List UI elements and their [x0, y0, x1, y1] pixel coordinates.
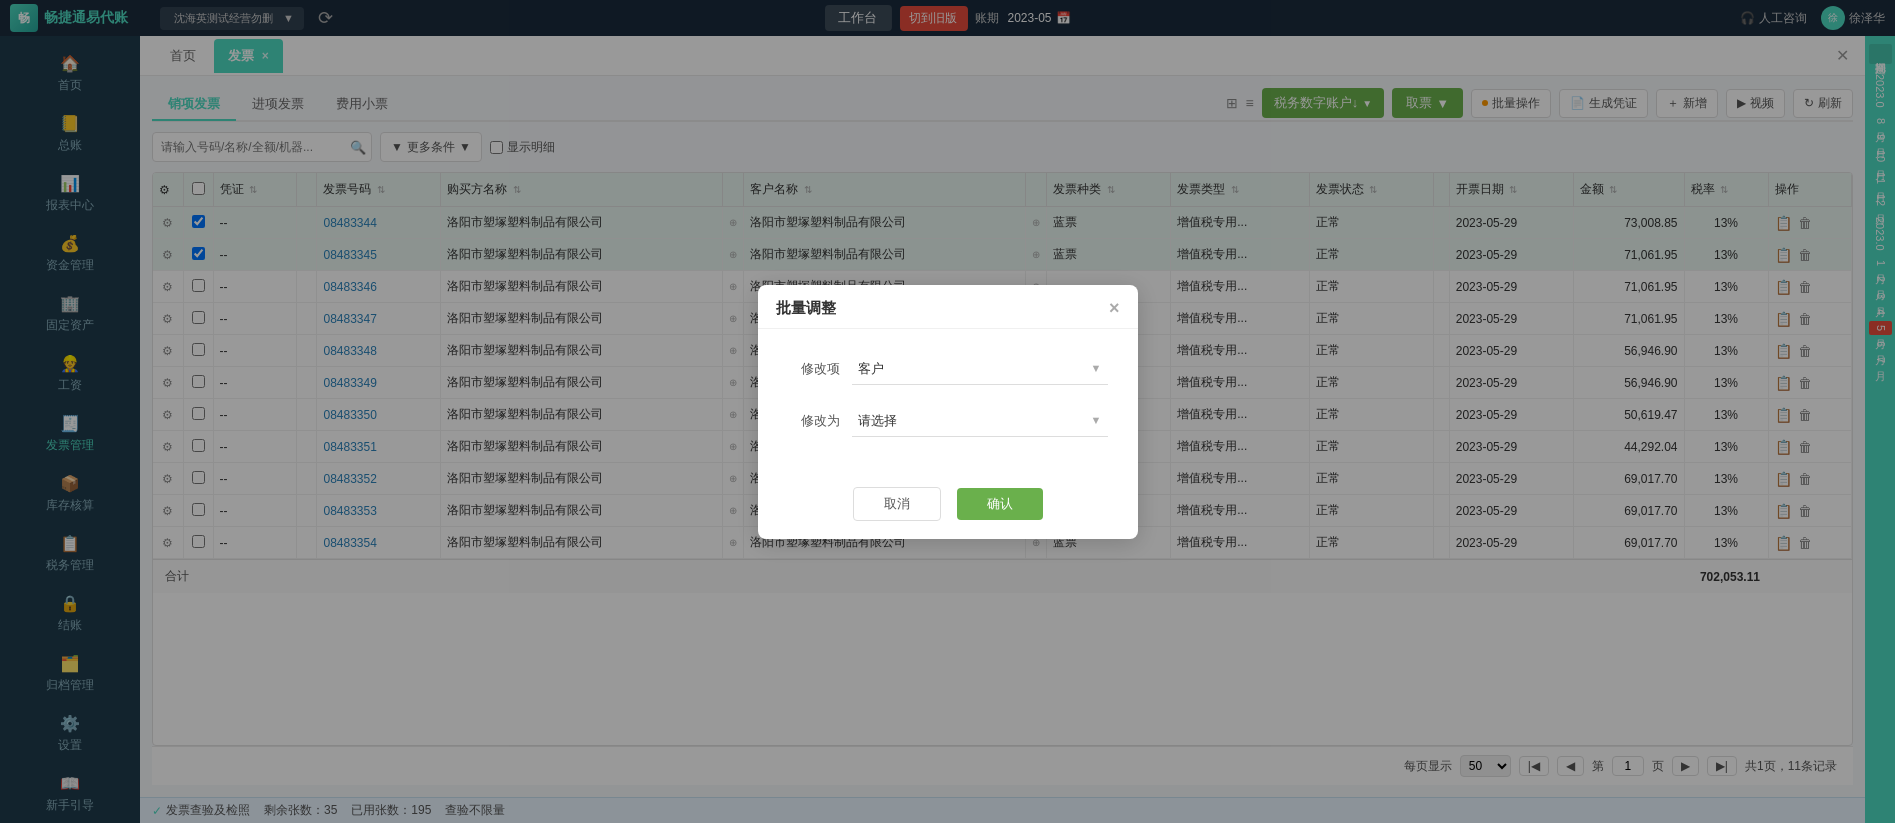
cancel-button[interactable]: 取消 — [853, 487, 941, 521]
modal-overlay: 批量调整 × 修改项 客户 购买方名称 开票日期 ▼ 修改为 — [0, 0, 1895, 823]
modal-body: 修改项 客户 购买方名称 开票日期 ▼ 修改为 请选择 ▼ — [758, 329, 1138, 477]
modify-field-select-wrap[interactable]: 客户 购买方名称 开票日期 ▼ — [852, 353, 1108, 385]
modal-close-button[interactable]: × — [1109, 299, 1120, 317]
modal-title: 批量调整 — [776, 299, 836, 318]
modify-to-select[interactable]: 请选择 — [858, 413, 1102, 428]
modify-field-label: 修改项 — [788, 360, 840, 378]
modal-footer: 取消 确认 — [758, 477, 1138, 539]
modify-field-select[interactable]: 客户 购买方名称 开票日期 — [858, 361, 1102, 376]
modify-field-row: 修改项 客户 购买方名称 开票日期 ▼ — [788, 353, 1108, 385]
modify-to-row: 修改为 请选择 ▼ — [788, 405, 1108, 437]
modify-to-label: 修改为 — [788, 412, 840, 430]
modal-header: 批量调整 × — [758, 285, 1138, 329]
confirm-button[interactable]: 确认 — [957, 488, 1043, 520]
modify-to-select-wrap[interactable]: 请选择 ▼ — [852, 405, 1108, 437]
bulk-adjust-modal: 批量调整 × 修改项 客户 购买方名称 开票日期 ▼ 修改为 — [758, 285, 1138, 539]
